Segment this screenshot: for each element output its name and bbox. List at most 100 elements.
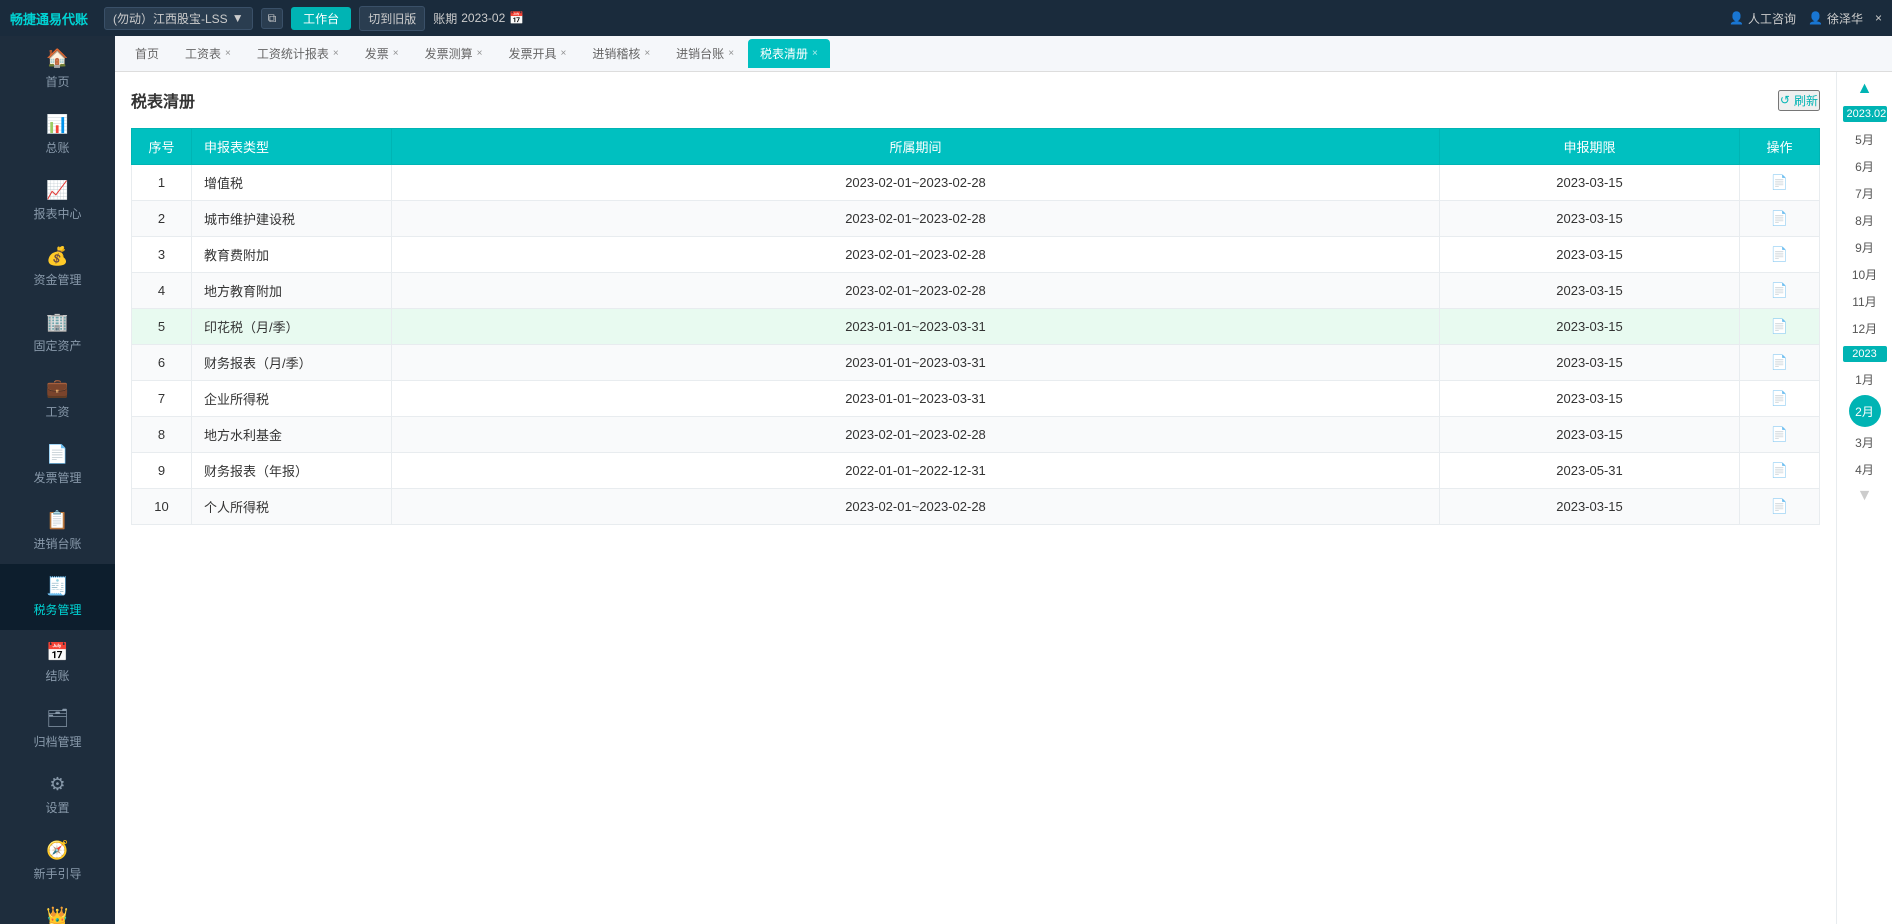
sidebar-label-invoice: 发票管理	[33, 469, 81, 486]
calendar-nav-down[interactable]: ▼	[1853, 483, 1877, 509]
table-row: 1 增值税 2023-02-01~2023-02-28 2023-03-15 📄	[132, 165, 1820, 201]
tab-invoice-calc[interactable]: 发票测算 ×	[413, 39, 495, 68]
tab-close-invoice-calc[interactable]: ×	[477, 48, 483, 59]
page-content: 税表清册 ↺ 刷新 序号 申报表类型 所属期间 申报期限 操作	[115, 72, 1892, 924]
cell-action[interactable]: 📄	[1740, 453, 1820, 489]
calendar-month-8[interactable]: 8月	[1843, 208, 1887, 233]
cell-type: 财务报表（年报）	[192, 453, 392, 489]
sidebar-item-home[interactable]: 🏠 首页	[0, 36, 115, 102]
switch-old-button[interactable]: 切到旧版	[359, 6, 425, 31]
calendar-month-1[interactable]: 1月	[1843, 367, 1887, 392]
tab-salary-report[interactable]: 工资统计报表 ×	[245, 39, 351, 68]
cell-index: 7	[132, 381, 192, 417]
view-icon[interactable]: 📄	[1771, 174, 1788, 190]
calendar-month-3[interactable]: 3月	[1843, 430, 1887, 455]
workspace-button[interactable]: 工作台	[291, 7, 351, 30]
table-row: 3 教育费附加 2023-02-01~2023-02-28 2023-03-15…	[132, 237, 1820, 273]
calendar-nav-up[interactable]: ▲	[1853, 76, 1877, 102]
tab-purchase-ledger[interactable]: 进销台账 ×	[664, 39, 746, 68]
calendar-month-5[interactable]: 5月	[1843, 127, 1887, 152]
calendar-month-2[interactable]: 2月	[1849, 395, 1881, 427]
sidebar-item-reports[interactable]: 📈 报表中心	[0, 168, 115, 234]
page-header: 税表清册 ↺ 刷新	[131, 88, 1820, 112]
calendar-month-10[interactable]: 10月	[1843, 262, 1887, 287]
sidebar-item-tax[interactable]: 🧾 税务管理	[0, 564, 115, 630]
content-area: 首页 工资表 × 工资统计报表 × 发票 × 发票测算 × 发票开具 ×	[115, 36, 1892, 924]
sidebar-item-guide[interactable]: 🧭 新手引导	[0, 828, 115, 894]
view-icon[interactable]: 📄	[1771, 498, 1788, 514]
period-display: 账期 2023-02 📅	[433, 10, 524, 27]
cell-action[interactable]: 📄	[1740, 381, 1820, 417]
page-title: 税表清册	[131, 88, 195, 112]
view-icon[interactable]: 📄	[1771, 246, 1788, 262]
tab-close-purchase-check[interactable]: ×	[644, 48, 650, 59]
cell-action[interactable]: 📄	[1740, 201, 1820, 237]
th-action: 操作	[1740, 129, 1820, 165]
calendar-month-11[interactable]: 11月	[1843, 289, 1887, 314]
cell-index: 10	[132, 489, 192, 525]
copy-button[interactable]: ⧉	[261, 8, 284, 29]
view-icon[interactable]: 📄	[1771, 354, 1788, 370]
cell-action[interactable]: 📄	[1740, 165, 1820, 201]
company-selector[interactable]: (勿动）江西股宝-LSS ▼	[104, 7, 253, 30]
user-profile-button[interactable]: 👤 徐泽华	[1808, 10, 1863, 27]
tab-salary[interactable]: 工资表 ×	[173, 39, 243, 68]
cell-action[interactable]: 📄	[1740, 309, 1820, 345]
calendar-current-year[interactable]: 2023	[1843, 346, 1887, 362]
view-icon[interactable]: 📄	[1771, 462, 1788, 478]
tab-home[interactable]: 首页	[123, 39, 171, 68]
view-icon[interactable]: 📄	[1771, 390, 1788, 406]
view-icon[interactable]: 📄	[1771, 318, 1788, 334]
sidebar-label-salary: 工资	[45, 403, 69, 420]
tab-close-tax-register[interactable]: ×	[812, 48, 818, 59]
tab-close-salary[interactable]: ×	[225, 48, 231, 59]
sidebar-item-salary[interactable]: 💼 工资	[0, 366, 115, 432]
tab-invoice-open[interactable]: 发票开具 ×	[496, 39, 578, 68]
refresh-button[interactable]: ↺ 刷新	[1778, 90, 1820, 111]
tab-tax-register[interactable]: 税表清册 ×	[748, 39, 830, 68]
cell-action[interactable]: 📄	[1740, 417, 1820, 453]
view-icon[interactable]: 📄	[1771, 426, 1788, 442]
cell-deadline: 2023-03-15	[1440, 345, 1740, 381]
calendar-month-7[interactable]: 7月	[1843, 181, 1887, 206]
sidebar-label-settings: 设置	[45, 799, 69, 816]
cell-period: 2023-01-01~2023-03-31	[392, 381, 1440, 417]
sidebar-item-purchase[interactable]: 📋 进销台账	[0, 498, 115, 564]
cell-deadline: 2023-03-15	[1440, 309, 1740, 345]
sidebar-item-invoice[interactable]: 📄 发票管理	[0, 432, 115, 498]
sidebar-item-funds[interactable]: 💰 资金管理	[0, 234, 115, 300]
sidebar-item-assets[interactable]: 🏢 固定资产	[0, 300, 115, 366]
tab-close-invoice[interactable]: ×	[393, 48, 399, 59]
tab-close-purchase-ledger[interactable]: ×	[728, 48, 734, 59]
cell-period: 2022-01-01~2022-12-31	[392, 453, 1440, 489]
tab-invoice[interactable]: 发票 ×	[353, 39, 411, 68]
tab-purchase-check[interactable]: 进销稽核 ×	[580, 39, 662, 68]
cell-action[interactable]: 📄	[1740, 489, 1820, 525]
cell-type: 企业所得税	[192, 381, 392, 417]
tab-close-invoice-open[interactable]: ×	[560, 48, 566, 59]
calendar-month-9[interactable]: 9月	[1843, 235, 1887, 260]
top-right-actions: 👤 人工咨询 👤 徐泽华 ×	[1729, 10, 1882, 27]
tab-close-salary-report[interactable]: ×	[333, 48, 339, 59]
calendar-month-12[interactable]: 12月	[1843, 316, 1887, 341]
calendar-month-6[interactable]: 6月	[1843, 154, 1887, 179]
cell-period: 2023-02-01~2023-02-28	[392, 417, 1440, 453]
cell-action[interactable]: 📄	[1740, 237, 1820, 273]
sidebar-item-member[interactable]: 👑 畅会员	[0, 894, 115, 924]
view-icon[interactable]: 📄	[1771, 282, 1788, 298]
cell-index: 2	[132, 201, 192, 237]
sidebar-item-archive[interactable]: 🗂 归档管理	[0, 696, 115, 762]
sidebar-label-close: 结账	[45, 667, 69, 684]
top-close-button[interactable]: ×	[1875, 11, 1882, 25]
calendar-month-4[interactable]: 4月	[1843, 457, 1887, 482]
cell-period: 2023-02-01~2023-02-28	[392, 489, 1440, 525]
sidebar-item-close[interactable]: 📅 结账	[0, 630, 115, 696]
sidebar-label-ledger: 总账	[45, 139, 69, 156]
calendar-prev-year-label[interactable]: 2023.02	[1843, 106, 1887, 122]
view-icon[interactable]: 📄	[1771, 210, 1788, 226]
sidebar-item-settings[interactable]: ⚙ 设置	[0, 762, 115, 828]
cell-action[interactable]: 📄	[1740, 273, 1820, 309]
ai-consult-button[interactable]: 👤 人工咨询	[1729, 10, 1796, 27]
cell-action[interactable]: 📄	[1740, 345, 1820, 381]
sidebar-item-ledger[interactable]: 📊 总账	[0, 102, 115, 168]
